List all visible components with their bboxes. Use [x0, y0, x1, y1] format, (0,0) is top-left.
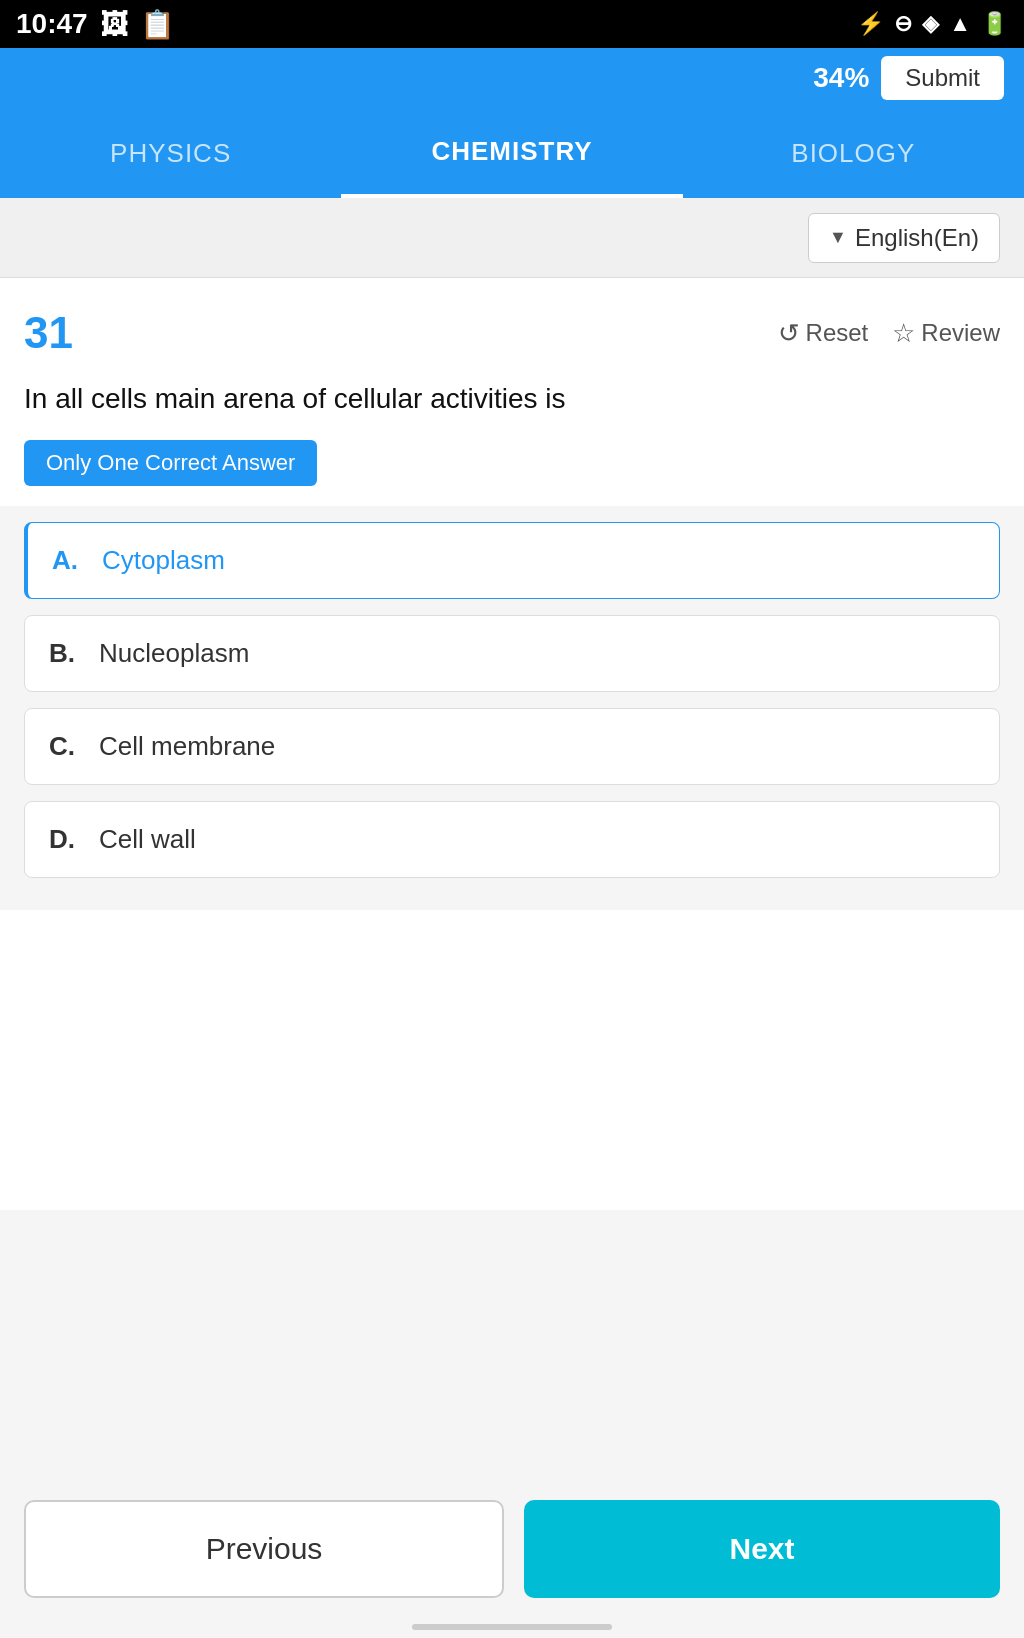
option-d-label: D.: [49, 824, 79, 855]
content-spacer: [0, 910, 1024, 1210]
battery-icon: 🔋: [981, 11, 1008, 37]
reset-icon: ↺: [778, 318, 800, 349]
status-bar: 10:47 🖼 📋 ⚡ ⊖ ◈ ▲ 🔋: [0, 0, 1024, 48]
option-a-text: Cytoplasm: [102, 545, 225, 576]
language-label: English(En): [855, 224, 979, 252]
sim-icon: 📋: [140, 8, 175, 41]
previous-button[interactable]: Previous: [24, 1500, 504, 1598]
question-text: In all cells main arena of cellular acti…: [24, 378, 1000, 420]
option-a-label: A.: [52, 545, 82, 576]
status-bar-left: 10:47 🖼 📋: [16, 8, 175, 41]
star-icon: ☆: [892, 318, 915, 349]
options-container: A. Cytoplasm B. Nucleoplasm C. Cell memb…: [0, 506, 1024, 910]
reset-button[interactable]: ↺ Reset: [778, 318, 869, 349]
wifi-icon: ▲: [949, 11, 971, 37]
bluetooth-icon: ⚡: [857, 11, 884, 37]
home-indicator: [412, 1624, 612, 1630]
option-b-label: B.: [49, 638, 79, 669]
option-c-label: C.: [49, 731, 79, 762]
option-d[interactable]: D. Cell wall: [24, 801, 1000, 878]
tab-chemistry[interactable]: CHEMISTRY: [341, 108, 682, 198]
bottom-navigation: Previous Next: [0, 1500, 1024, 1598]
signal-icon: ◈: [922, 11, 939, 37]
progress-percentage: 34%: [813, 62, 869, 94]
review-button[interactable]: ☆ Review: [892, 318, 1000, 349]
image-icon: 🖼: [100, 8, 128, 41]
language-selector[interactable]: ▼ English(En): [808, 213, 1000, 263]
option-c-text: Cell membrane: [99, 731, 275, 762]
option-d-text: Cell wall: [99, 824, 196, 855]
option-b-text: Nucleoplasm: [99, 638, 249, 669]
next-button[interactable]: Next: [524, 1500, 1000, 1598]
status-bar-right: ⚡ ⊖ ◈ ▲ 🔋: [857, 11, 1008, 37]
review-label: Review: [921, 319, 1000, 347]
option-c[interactable]: C. Cell membrane: [24, 708, 1000, 785]
question-header: 31 ↺ Reset ☆ Review: [24, 308, 1000, 358]
submit-button[interactable]: Submit: [881, 56, 1004, 100]
tab-navigation: PHYSICS CHEMISTRY BIOLOGY: [0, 108, 1024, 198]
question-actions: ↺ Reset ☆ Review: [778, 318, 1000, 349]
tab-biology[interactable]: BIOLOGY: [683, 108, 1024, 198]
minus-icon: ⊖: [894, 11, 912, 37]
answer-type-badge: Only One Correct Answer: [24, 440, 317, 486]
time-display: 10:47: [16, 8, 88, 40]
question-area: 31 ↺ Reset ☆ Review In all cells main ar…: [0, 278, 1024, 506]
reset-label: Reset: [806, 319, 869, 347]
chevron-down-icon: ▼: [829, 227, 847, 248]
progress-header: 34% Submit: [0, 48, 1024, 108]
tab-physics[interactable]: PHYSICS: [0, 108, 341, 198]
option-b[interactable]: B. Nucleoplasm: [24, 615, 1000, 692]
language-row: ▼ English(En): [0, 198, 1024, 278]
question-number: 31: [24, 308, 73, 358]
option-a[interactable]: A. Cytoplasm: [24, 522, 1000, 599]
